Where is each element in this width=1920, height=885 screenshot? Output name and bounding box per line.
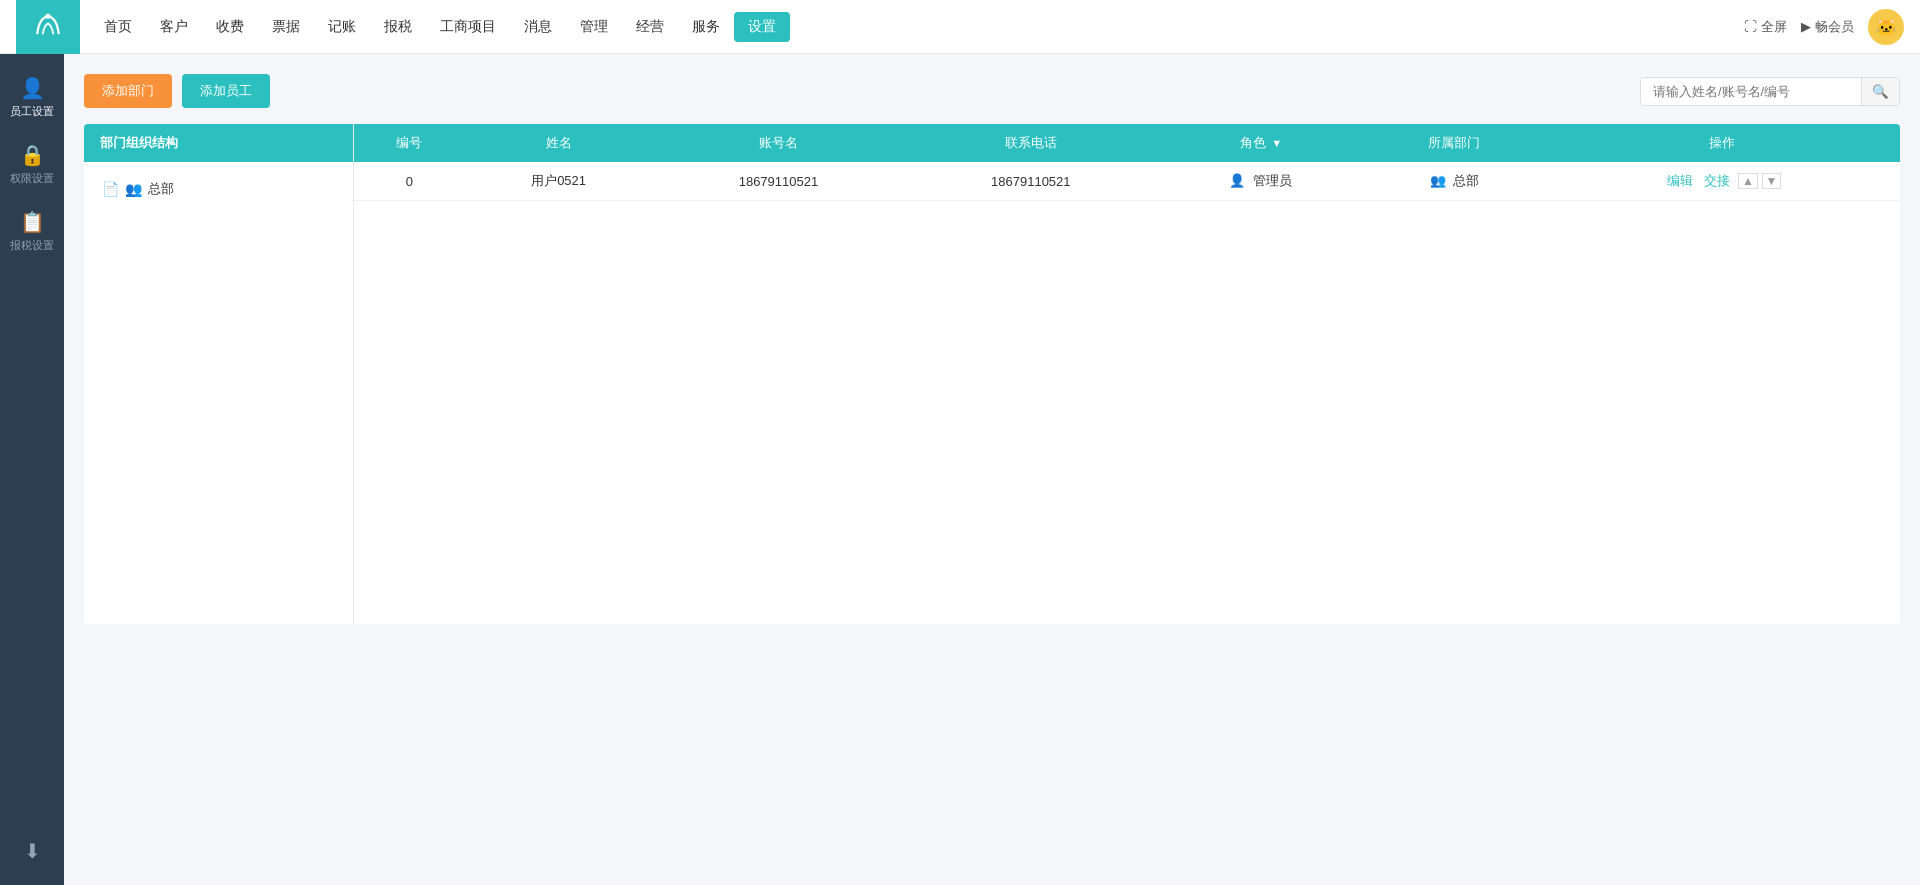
dept-tree-header: 部门组织结构 <box>84 124 353 162</box>
dept-user-icon: 👥 <box>125 181 142 197</box>
main-layout: 👤 员工设置 🔒 权限设置 📋 报税设置 ⬇ 添加部门 添加员工 🔍 <box>0 54 1920 885</box>
logo <box>16 0 80 54</box>
nav-tax[interactable]: 报税 <box>370 12 426 42</box>
dept-node-root[interactable]: 📄 👥 总部 <box>96 172 341 206</box>
toolbar: 添加部门 添加员工 🔍 <box>84 74 1900 108</box>
search-icon: 🔍 <box>1872 84 1889 99</box>
sidebar-item-tax[interactable]: 📋 报税设置 <box>0 198 64 265</box>
col-account: 账号名 <box>652 124 904 162</box>
nav-settings[interactable]: 设置 <box>734 12 790 42</box>
employee-icon: 👤 <box>20 76 45 100</box>
nav-bill[interactable]: 票据 <box>258 12 314 42</box>
cell-role: 👤 管理员 <box>1157 162 1365 201</box>
nav-client[interactable]: 客户 <box>146 12 202 42</box>
cell-name: 用户0521 <box>465 162 652 201</box>
row-scroll-controls: ▲ ▼ <box>1738 173 1781 188</box>
sidebar: 👤 员工设置 🔒 权限设置 📋 报税设置 ⬇ <box>0 54 64 885</box>
file-icon: 📄 <box>102 181 119 197</box>
nav-home[interactable]: 首页 <box>90 12 146 42</box>
col-phone: 联系电话 <box>905 124 1157 162</box>
dept-tree-body: 📄 👥 总部 <box>84 162 353 216</box>
nav-business[interactable]: 工商项目 <box>426 12 510 42</box>
add-employee-button[interactable]: 添加员工 <box>182 74 270 108</box>
nav-items: 首页 客户 收费 票据 记账 报税 工商项目 消息 管理 经营 服务 设置 <box>90 12 1744 42</box>
handover-link[interactable]: 交接 <box>1704 173 1730 188</box>
col-action: 操作 <box>1544 124 1900 162</box>
table-row: 0 用户0521 18679110521 18679110521 👤 管理员 👥… <box>354 162 1900 201</box>
col-name: 姓名 <box>465 124 652 162</box>
nav-manage[interactable]: 管理 <box>566 12 622 42</box>
nav-right: ⛶ 全屏 ▶ 畅会员 🐱 <box>1744 9 1904 45</box>
nav-service[interactable]: 服务 <box>678 12 734 42</box>
top-nav: 首页 客户 收费 票据 记账 报税 工商项目 消息 管理 经营 服务 设置 ⛶ … <box>0 0 1920 54</box>
scroll-up-btn[interactable]: ▲ <box>1738 173 1758 189</box>
nav-fee[interactable]: 收费 <box>202 12 258 42</box>
cell-account: 18679110521 <box>652 162 904 201</box>
search-button[interactable]: 🔍 <box>1861 78 1899 105</box>
sidebar-bottom: ⬇ <box>0 827 64 875</box>
main-panel: 部门组织结构 📄 👥 总部 编号 姓名 账号名 <box>84 124 1900 624</box>
fullscreen-icon: ⛶ <box>1744 19 1757 34</box>
lock-icon: 🔒 <box>20 143 45 167</box>
fullscreen-btn[interactable]: ⛶ 全屏 <box>1744 18 1787 36</box>
member-btn[interactable]: ▶ 畅会员 <box>1801 18 1854 36</box>
sidebar-download-btn[interactable]: ⬇ <box>0 827 64 875</box>
cell-action: 编辑 交接 ▲ ▼ <box>1544 162 1900 201</box>
role-icon: 👤 <box>1229 173 1245 188</box>
col-role: 角色 ▼ <box>1157 124 1365 162</box>
edit-link[interactable]: 编辑 <box>1667 173 1693 188</box>
search-input[interactable] <box>1641 78 1861 105</box>
role-filter-icon[interactable]: ▼ <box>1271 137 1282 149</box>
cell-dept: 👥 总部 <box>1365 162 1545 201</box>
avatar[interactable]: 🐱 <box>1868 9 1904 45</box>
cell-phone: 18679110521 <box>905 162 1157 201</box>
download-icon: ⬇ <box>24 839 41 863</box>
svg-point-0 <box>45 13 50 18</box>
nav-message[interactable]: 消息 <box>510 12 566 42</box>
dept-tree: 部门组织结构 📄 👥 总部 <box>84 124 354 624</box>
search-box: 🔍 <box>1640 77 1900 106</box>
nav-account[interactable]: 记账 <box>314 12 370 42</box>
col-id: 编号 <box>354 124 465 162</box>
nav-operation[interactable]: 经营 <box>622 12 678 42</box>
member-icon: ▶ <box>1801 19 1811 34</box>
sidebar-item-permission[interactable]: 🔒 权限设置 <box>0 131 64 198</box>
col-dept: 所属部门 <box>1365 124 1545 162</box>
tax-report-icon: 📋 <box>20 210 45 234</box>
cell-id: 0 <box>354 162 465 201</box>
sidebar-item-employee[interactable]: 👤 员工设置 <box>0 64 64 131</box>
content-area: 添加部门 添加员工 🔍 部门组织结构 📄 👥 总部 <box>64 54 1920 885</box>
dept-ref-icon: 👥 <box>1430 173 1446 188</box>
add-dept-button[interactable]: 添加部门 <box>84 74 172 108</box>
employee-table: 编号 姓名 账号名 联系电话 角色 ▼ 所属部门 操作 <box>354 124 1900 624</box>
scroll-down-btn[interactable]: ▼ <box>1762 173 1782 189</box>
